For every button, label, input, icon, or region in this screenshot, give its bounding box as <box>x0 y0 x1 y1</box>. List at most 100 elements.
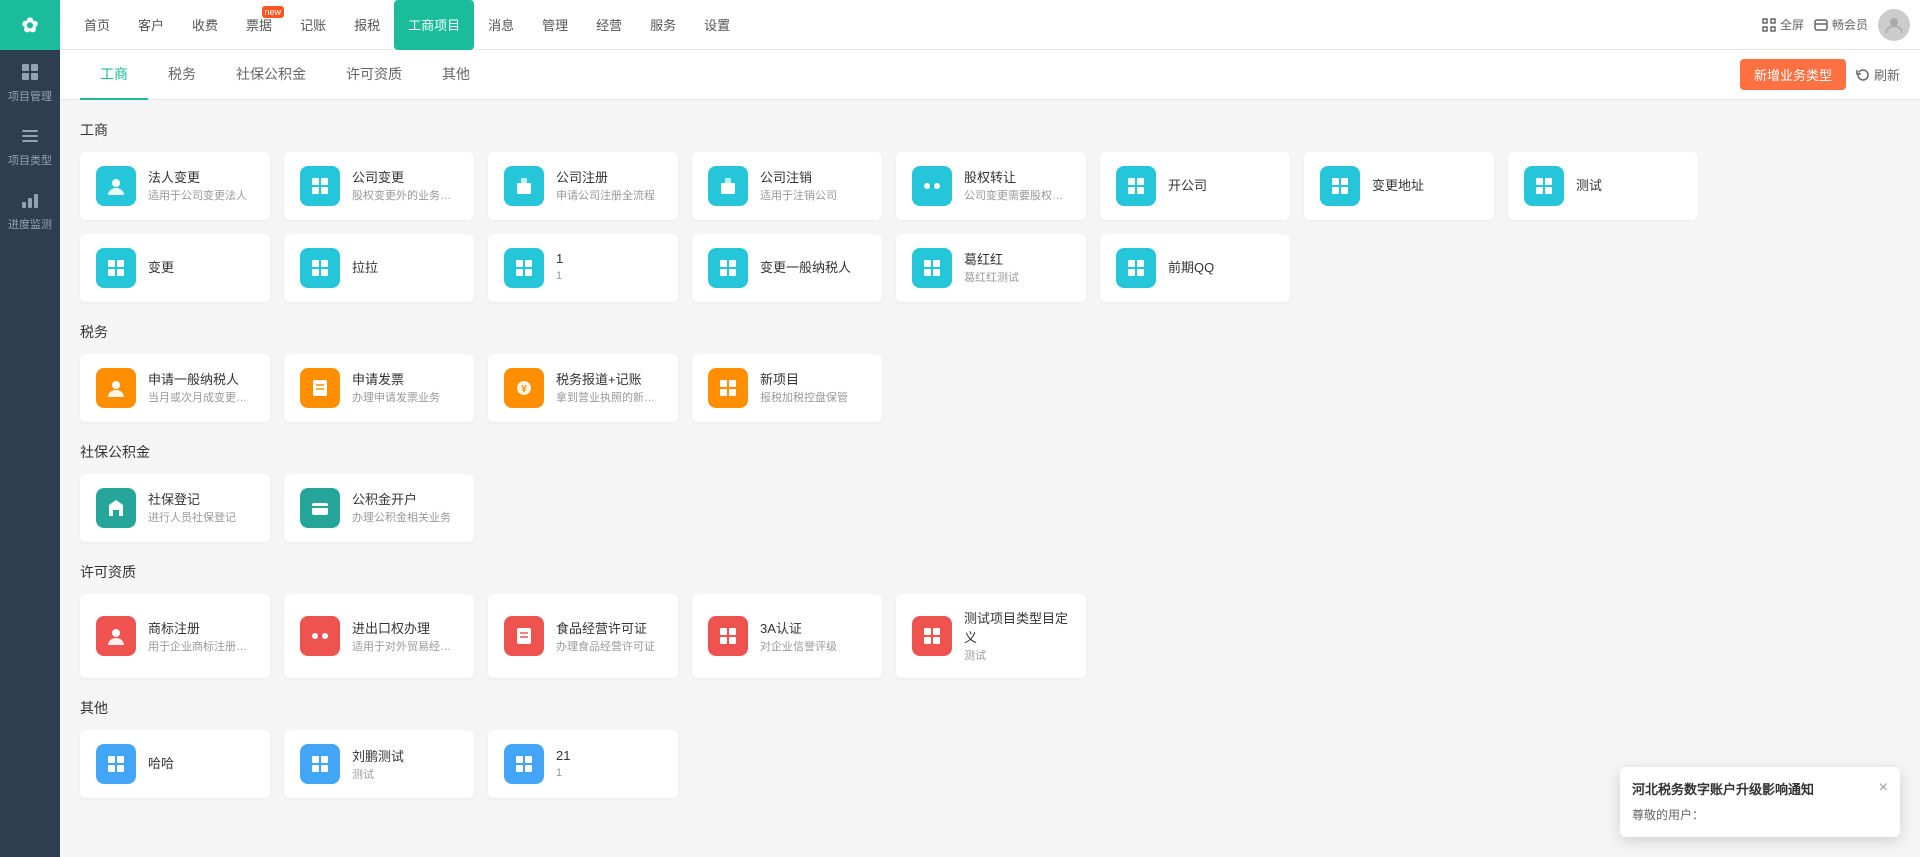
card-icon <box>96 248 136 288</box>
card-apply-invoice[interactable]: 申请发票 办理申请发票业务 <box>284 354 474 422</box>
tab-social[interactable]: 社保公积金 <box>216 50 326 100</box>
card-info: 公司变更 股权变更外的业务变更 <box>352 167 458 204</box>
card-desc: 1 <box>556 766 662 781</box>
card-icon <box>96 744 136 784</box>
card-icon <box>504 166 544 206</box>
nav-service[interactable]: 服务 <box>636 0 690 50</box>
card-title: 测试 <box>1576 175 1682 194</box>
card-test[interactable]: 测试 <box>1508 152 1698 220</box>
vip-btn[interactable]: 畅会员 <box>1814 16 1868 33</box>
card-title: 申请发票 <box>352 369 458 388</box>
card-icon <box>300 744 340 784</box>
tab-license[interactable]: 许可资质 <box>326 50 422 100</box>
card-desc: 申请公司注册全流程 <box>556 189 662 204</box>
card-icon <box>1116 248 1156 288</box>
card-open-company[interactable]: 开公司 <box>1100 152 1290 220</box>
refresh-button[interactable]: 刷新 <box>1856 65 1900 84</box>
card-desc: 进行人员社保登记 <box>148 511 254 526</box>
card-haha[interactable]: 哈哈 <box>80 730 270 798</box>
card-title: 3A认证 <box>760 618 866 637</box>
card-ge-hong-hong[interactable]: 葛红红 葛红红测试 <box>896 234 1086 302</box>
card-title: 测试项目类型目定义 <box>964 608 1070 646</box>
nav-invoice[interactable]: 票据 new <box>232 0 286 50</box>
new-type-button[interactable]: 新增业务类型 <box>1740 59 1846 90</box>
card-change-address[interactable]: 变更地址 <box>1304 152 1494 220</box>
card-info: 法人变更 适用于公司变更法人 <box>148 167 254 204</box>
tab-industry[interactable]: 工商 <box>80 50 148 100</box>
card-info: 食品经营许可证 办理食品经营许可证 <box>556 618 662 655</box>
notification-close[interactable]: × <box>1879 779 1888 797</box>
main-wrapper: 首页 客户 收费 票据 new 记账 报税 工商项目 消息 管理 经营 服务 设… <box>60 0 1920 857</box>
card-test-type[interactable]: 测试项目类型目定义 测试 <box>896 594 1086 678</box>
card-info: 公司注册 申请公司注册全流程 <box>556 167 662 204</box>
card-company-change[interactable]: 公司变更 股权变更外的业务变更 <box>284 152 474 220</box>
card-grid-industry: 法人变更 适用于公司变更法人 公司变更 股权变更外的业务变更 公司注册 申请 <box>80 152 1900 302</box>
card-title: 拉拉 <box>352 257 458 276</box>
card-title: 法人变更 <box>148 167 254 186</box>
card-pre-qq[interactable]: 前期QQ <box>1100 234 1290 302</box>
nav-billing[interactable]: 收费 <box>178 0 232 50</box>
card-tax-report[interactable]: ¥ 税务报道+记账 拿到营业执照的新公司 <box>488 354 678 422</box>
card-new-project[interactable]: 新项目 报税加税控盘保管 <box>692 354 882 422</box>
nav-tax[interactable]: 报税 <box>340 0 394 50</box>
card-grid-license: 商标注册 用于企业商标注册服务 进出口权办理 适用于对外贸易经营者 食品经营许可… <box>80 594 1900 678</box>
card-desc: 报税加税控盘保管 <box>760 391 866 406</box>
topnav-items: 首页 客户 收费 票据 new 记账 报税 工商项目 消息 管理 经营 服务 设… <box>70 0 1762 50</box>
fullscreen-btn[interactable]: 全屏 <box>1762 16 1804 33</box>
card-lala[interactable]: 拉拉 <box>284 234 474 302</box>
card-equity-transfer[interactable]: 股权转让 公司变更需要股权转让 <box>896 152 1086 220</box>
sidebar-item-progress[interactable]: 进度监测 <box>0 178 60 242</box>
card-info: 公积金开户 办理公积金相关业务 <box>352 489 458 526</box>
card-icon <box>1320 166 1360 206</box>
card-apply-taxpayer[interactable]: 申请一般纳税人 当月或次月成变更完成 <box>80 354 270 422</box>
card-company-register[interactable]: 公司注册 申请公司注册全流程 <box>488 152 678 220</box>
card-title: 社保登记 <box>148 489 254 508</box>
card-info: 申请发票 办理申请发票业务 <box>352 369 458 406</box>
card-desc: 适用于对外贸易经营者 <box>352 640 458 655</box>
nav-operation[interactable]: 经营 <box>582 0 636 50</box>
card-liu-peng[interactable]: 刘鹏测试 测试 <box>284 730 474 798</box>
notification-body: 尊敬的用户： <box>1632 806 1888 825</box>
card-icon <box>708 248 748 288</box>
card-change2[interactable]: 变更 <box>80 234 270 302</box>
tab-tax[interactable]: 税务 <box>148 50 216 100</box>
card-fund-open[interactable]: 公积金开户 办理公积金相关业务 <box>284 474 474 542</box>
card-desc: 办理食品经营许可证 <box>556 640 662 655</box>
card-legal-change[interactable]: 法人变更 适用于公司变更法人 <box>80 152 270 220</box>
card-3a-cert[interactable]: 3A认证 对企业信誉评级 <box>692 594 882 678</box>
section-title-tax: 税务 <box>80 322 1900 342</box>
card-food-license[interactable]: 食品经营许可证 办理食品经营许可证 <box>488 594 678 678</box>
card-import-export[interactable]: 进出口权办理 适用于对外贸易经营者 <box>284 594 474 678</box>
card-trademark[interactable]: 商标注册 用于企业商标注册服务 <box>80 594 270 678</box>
user-avatar[interactable] <box>1878 9 1910 41</box>
nav-industry[interactable]: 工商项目 <box>394 0 474 50</box>
nav-settings[interactable]: 设置 <box>690 0 744 50</box>
notification-popup: 河北税务数字账户升级影响通知 × 尊敬的用户： <box>1620 767 1900 837</box>
nav-manage[interactable]: 管理 <box>528 0 582 50</box>
card-icon <box>504 248 544 288</box>
tab-other[interactable]: 其他 <box>422 50 490 100</box>
card-desc: 办理申请发票业务 <box>352 391 458 406</box>
card-title: 变更一般纳税人 <box>760 257 866 276</box>
nav-home[interactable]: 首页 <box>70 0 124 50</box>
card-21[interactable]: 21 1 <box>488 730 678 798</box>
nav-accounting[interactable]: 记账 <box>286 0 340 50</box>
card-one[interactable]: 1 1 <box>488 234 678 302</box>
card-title: 变更 <box>148 257 254 276</box>
card-social-register[interactable]: 社保登记 进行人员社保登记 <box>80 474 270 542</box>
card-desc: 办理公积金相关业务 <box>352 511 458 526</box>
card-desc: 拿到营业执照的新公司 <box>556 391 662 406</box>
nav-customer[interactable]: 客户 <box>124 0 178 50</box>
card-icon: ¥ <box>504 368 544 408</box>
nav-message[interactable]: 消息 <box>474 0 528 50</box>
card-title: 21 <box>556 748 662 763</box>
card-info: 开公司 <box>1168 175 1274 197</box>
card-icon <box>1524 166 1564 206</box>
card-icon <box>300 248 340 288</box>
sidebar-item-project-manage[interactable]: 项目管理 <box>0 50 60 114</box>
sidebar-item-project-type[interactable]: 项目类型 <box>0 114 60 178</box>
card-grid-tax: 申请一般纳税人 当月或次月成变更完成 申请发票 办理申请发票业务 ¥ 税务报道+… <box>80 354 1900 422</box>
card-info: 刘鹏测试 测试 <box>352 746 458 783</box>
card-change-taxpayer[interactable]: 变更一般纳税人 <box>692 234 882 302</box>
card-company-cancel[interactable]: 公司注销 适用于注销公司 <box>692 152 882 220</box>
